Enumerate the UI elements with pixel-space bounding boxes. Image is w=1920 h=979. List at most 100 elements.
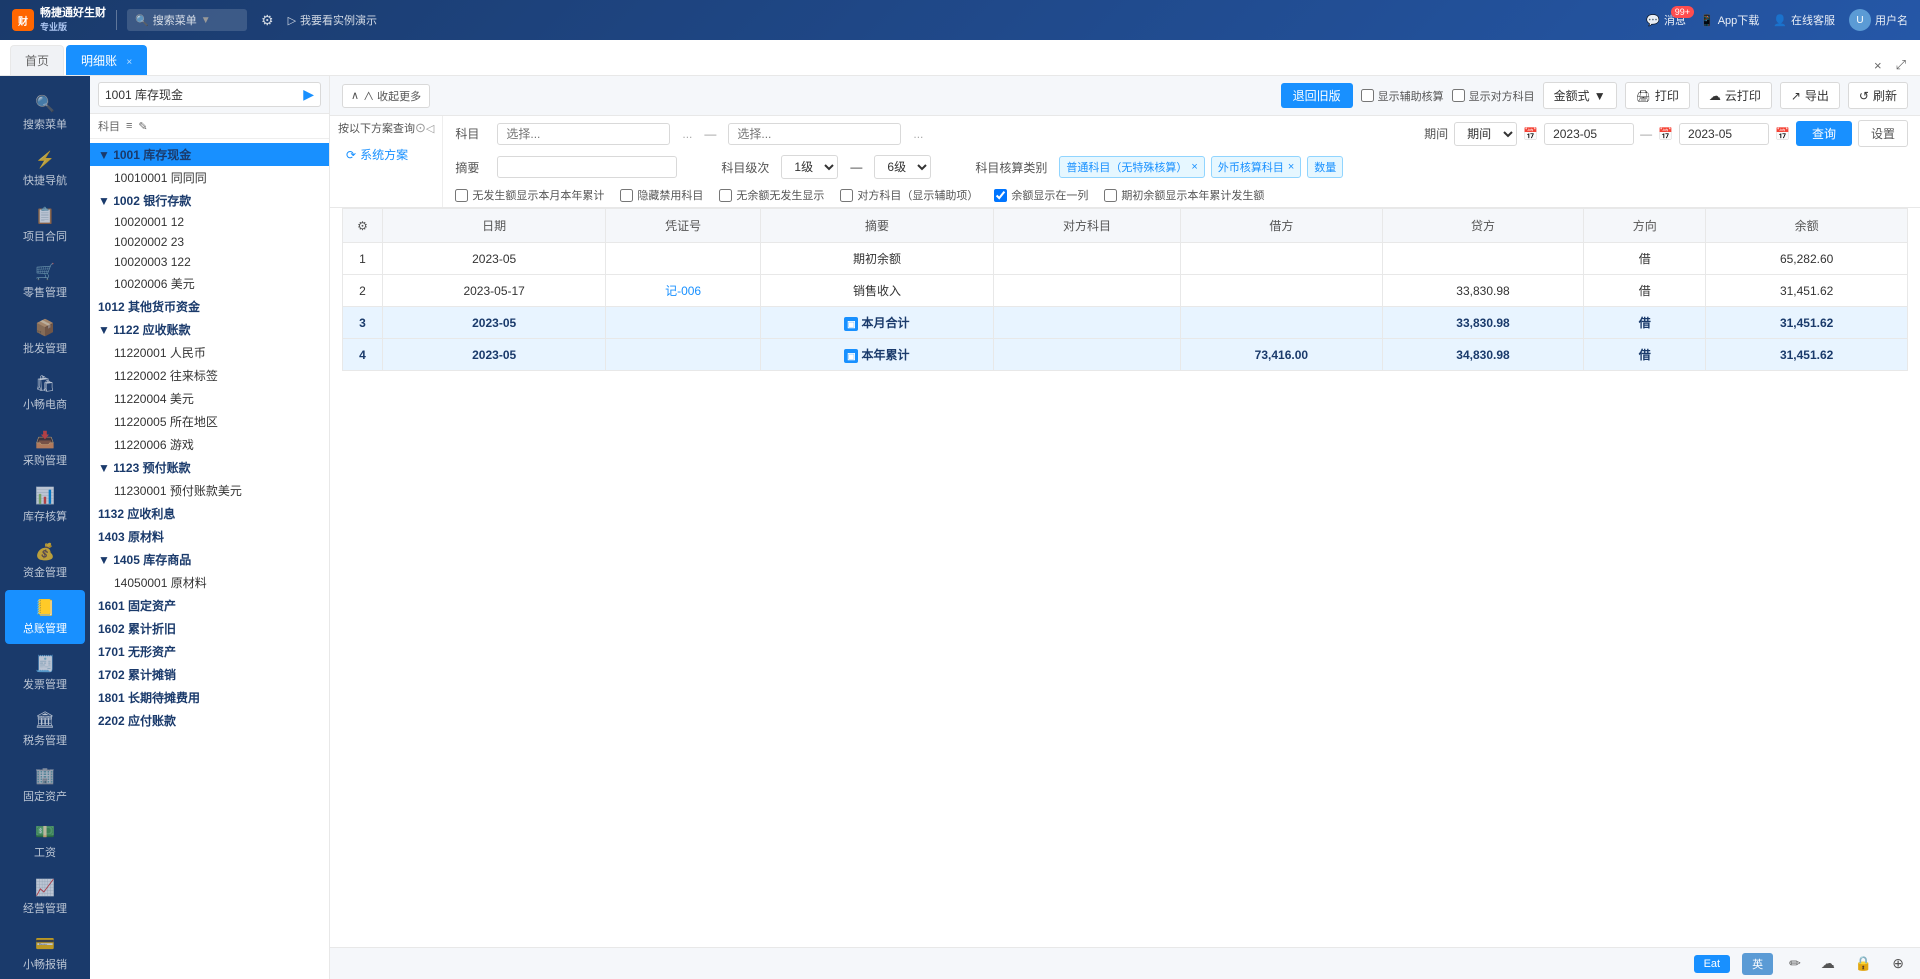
collapse-filter-button[interactable]: ⊙ bbox=[415, 120, 426, 136]
sidebar-item-ledger[interactable]: 📒 总账管理 bbox=[5, 590, 85, 644]
tree-node-11220006[interactable]: 11220006 游戏 bbox=[90, 433, 329, 456]
add-icon-button[interactable]: ⊕ bbox=[1888, 953, 1908, 974]
tree-node-1602[interactable]: 1602 累计折旧 bbox=[90, 617, 329, 640]
show-opposite-checkbox[interactable]: 显示对方科目 bbox=[1452, 88, 1535, 104]
tree-node-1405[interactable]: ▼ 1405 库存商品 bbox=[90, 548, 329, 571]
tree-node-11220004[interactable]: 11220004 美元 bbox=[90, 387, 329, 410]
tree-node-11220005[interactable]: 11220005 所在地区 bbox=[90, 410, 329, 433]
tree-node-1122[interactable]: ▼ 1122 应收账款 bbox=[90, 318, 329, 341]
refresh-button[interactable]: ↺ 刷新 bbox=[1848, 82, 1908, 109]
filter-main-area: 科目 ... — ... 期间 期间 📅 bbox=[443, 116, 1920, 207]
return-old-button[interactable]: 退回旧版 bbox=[1281, 83, 1353, 108]
level-start-select[interactable]: 1级 bbox=[781, 155, 838, 179]
tree-node-1701[interactable]: 1701 无形资产 bbox=[90, 640, 329, 663]
tree-node-1801[interactable]: 1801 长期待摊费用 bbox=[90, 686, 329, 709]
cloud-print-button[interactable]: ☁ 云打印 bbox=[1698, 82, 1772, 109]
tag-remove-icon2[interactable]: × bbox=[1288, 161, 1294, 173]
tree-node-14050001[interactable]: 14050001 原材料 bbox=[90, 571, 329, 594]
user-menu[interactable]: U 用户名 bbox=[1849, 9, 1908, 31]
cloud-icon-button[interactable]: ☁ bbox=[1817, 953, 1839, 974]
tree-node-10020001[interactable]: 10020001 12 bbox=[90, 212, 329, 232]
scheme-item[interactable]: ⟳ 系统方案 bbox=[338, 142, 434, 167]
checkbox-balance-col[interactable]: 余额显示在一列 bbox=[994, 187, 1088, 203]
online-service-button[interactable]: 👤 在线客服 bbox=[1773, 12, 1835, 28]
print-button[interactable]: 🖨 打印 bbox=[1625, 82, 1690, 109]
selected-account[interactable]: 1001 库存现金 ▶ bbox=[98, 82, 321, 107]
list-view-button[interactable]: ≡ bbox=[126, 120, 132, 132]
export-button[interactable]: ↗ 导出 bbox=[1780, 82, 1840, 109]
tree-node-1001[interactable]: ▼ 1001 库存现金 bbox=[90, 143, 329, 166]
subject-input-end[interactable] bbox=[728, 123, 901, 145]
row-date: 2023-05 bbox=[383, 243, 606, 275]
sidebar-item-purchase[interactable]: 📥 采购管理 bbox=[5, 422, 85, 476]
tree-node-11220001[interactable]: 11220001 人民币 bbox=[90, 341, 329, 364]
edit-button[interactable]: ✎ bbox=[138, 120, 147, 133]
sidebar-item-fixed-assets[interactable]: 🏢 固定资产 bbox=[5, 758, 85, 812]
tree-node-2202[interactable]: 2202 应付账款 bbox=[90, 709, 329, 732]
tree-node-10020002[interactable]: 10020002 23 bbox=[90, 232, 329, 252]
demo-link[interactable]: ▷ 我要看实例演示 bbox=[288, 12, 377, 28]
eat-button[interactable]: Eat bbox=[1694, 955, 1731, 973]
tree-node-11220002[interactable]: 11220002 往来标签 bbox=[90, 364, 329, 387]
tree-node-1132[interactable]: 1132 应收利息 bbox=[90, 502, 329, 525]
sidebar-item-ecommerce[interactable]: 🛍 小畅电商 bbox=[5, 366, 85, 420]
tree-node-1403[interactable]: 1403 原材料 bbox=[90, 525, 329, 548]
setting-button[interactable]: 设置 bbox=[1858, 120, 1908, 147]
close-tab-button[interactable]: × bbox=[1870, 56, 1886, 75]
settings-button[interactable]: ⚙ bbox=[257, 10, 278, 31]
sidebar-item-finance[interactable]: 💰 资金管理 bbox=[5, 534, 85, 588]
tree-node-10020003[interactable]: 10020003 122 bbox=[90, 252, 329, 272]
sidebar-item-invoice[interactable]: 🧾 发票管理 bbox=[5, 646, 85, 700]
sidebar-item-retail[interactable]: 🛒 零售管理 bbox=[5, 254, 85, 308]
tab-close-icon[interactable]: × bbox=[126, 57, 132, 68]
voucher-link[interactable]: 记-006 bbox=[665, 284, 701, 298]
show-assist-checkbox[interactable]: 显示辅助核算 bbox=[1361, 88, 1444, 104]
app-download-button[interactable]: 📱 App下载 bbox=[1700, 12, 1759, 28]
tree-node-11230001[interactable]: 11230001 预付账款美元 bbox=[90, 479, 329, 502]
tab-ledger[interactable]: 明细账 × bbox=[66, 45, 147, 75]
calendar-icon3: 📅 bbox=[1775, 127, 1790, 141]
tree-node-1123[interactable]: ▼ 1123 预付账款 bbox=[90, 456, 329, 479]
sidebar-item-management[interactable]: 📈 经营管理 bbox=[5, 870, 85, 924]
sidebar-item-wholesale[interactable]: 📦 批发管理 bbox=[5, 310, 85, 364]
sidebar-item-expense[interactable]: 💳 小畅报销 bbox=[5, 926, 85, 979]
tree-node-1702[interactable]: 1702 累计摊销 bbox=[90, 663, 329, 686]
checkbox-opening[interactable]: 期初余额显示本年累计发生额 bbox=[1104, 187, 1264, 203]
search-bar[interactable]: 🔍 搜索菜单 ▼ bbox=[127, 9, 247, 31]
lock-icon-button[interactable]: 🔒 bbox=[1851, 953, 1876, 974]
tree-node-10020006[interactable]: 10020006 美元 bbox=[90, 272, 329, 295]
expand-filter-button[interactable]: ∧ ∧ 收起更多 bbox=[342, 84, 430, 108]
expand-tab-button[interactable]: ⤢ bbox=[1892, 55, 1910, 75]
end-date-input[interactable] bbox=[1679, 123, 1769, 145]
tag-remove-icon[interactable]: × bbox=[1191, 161, 1197, 173]
sidebar-item-search[interactable]: 🔍 搜索菜单 bbox=[5, 86, 85, 140]
tree-node-10010001[interactable]: 10010001 同同同 bbox=[90, 166, 329, 189]
period-type-select[interactable]: 期间 bbox=[1454, 122, 1517, 146]
subject-input[interactable] bbox=[497, 123, 670, 145]
tab-home[interactable]: 首页 bbox=[10, 45, 64, 75]
checkbox-opposite[interactable]: 对方科目（显示辅助项） bbox=[840, 187, 978, 203]
edit-icon-button[interactable]: ✏ bbox=[1785, 953, 1805, 974]
filter-arrow-button[interactable]: ◁ bbox=[426, 122, 434, 135]
checkbox-no-balance[interactable]: 无余额无发生显示 bbox=[719, 187, 824, 203]
summary-input[interactable] bbox=[497, 156, 677, 178]
lang-button[interactable]: 英 bbox=[1742, 953, 1773, 975]
format-button[interactable]: 金额式 ▼ bbox=[1543, 82, 1617, 109]
query-button[interactable]: 查询 bbox=[1796, 121, 1852, 146]
level-end-select[interactable]: 6级 bbox=[874, 155, 931, 179]
tree-node-1601[interactable]: 1601 固定资产 bbox=[90, 594, 329, 617]
account-panel: 1001 库存现金 ▶ 科目 ≡ ✎ ▼ 1001 库存现金 10010001 … bbox=[90, 76, 330, 979]
tree-node-1012[interactable]: 1012 其他货币资金 bbox=[90, 295, 329, 318]
sidebar-item-project[interactable]: 📋 项目合同 bbox=[5, 198, 85, 252]
sidebar-item-salary[interactable]: 💵 工资 bbox=[5, 814, 85, 868]
chevron-down-icon: ▼ bbox=[1594, 89, 1606, 103]
tree-node-1002[interactable]: ▼ 1002 银行存款 bbox=[90, 189, 329, 212]
account-arrow-button[interactable]: ▶ bbox=[303, 86, 314, 103]
checkbox-hide-disabled[interactable]: 隐藏禁用科目 bbox=[620, 187, 703, 203]
sidebar-item-quicknav[interactable]: ⚡ 快捷导航 bbox=[5, 142, 85, 196]
start-date-input[interactable] bbox=[1544, 123, 1634, 145]
message-button[interactable]: 💬 消息 99+ bbox=[1646, 12, 1686, 28]
sidebar-item-inventory[interactable]: 📊 库存核算 bbox=[5, 478, 85, 532]
checkbox-no-amount[interactable]: 无发生额显示本月本年累计 bbox=[455, 187, 604, 203]
sidebar-item-tax[interactable]: 🏛 税务管理 bbox=[5, 702, 85, 756]
